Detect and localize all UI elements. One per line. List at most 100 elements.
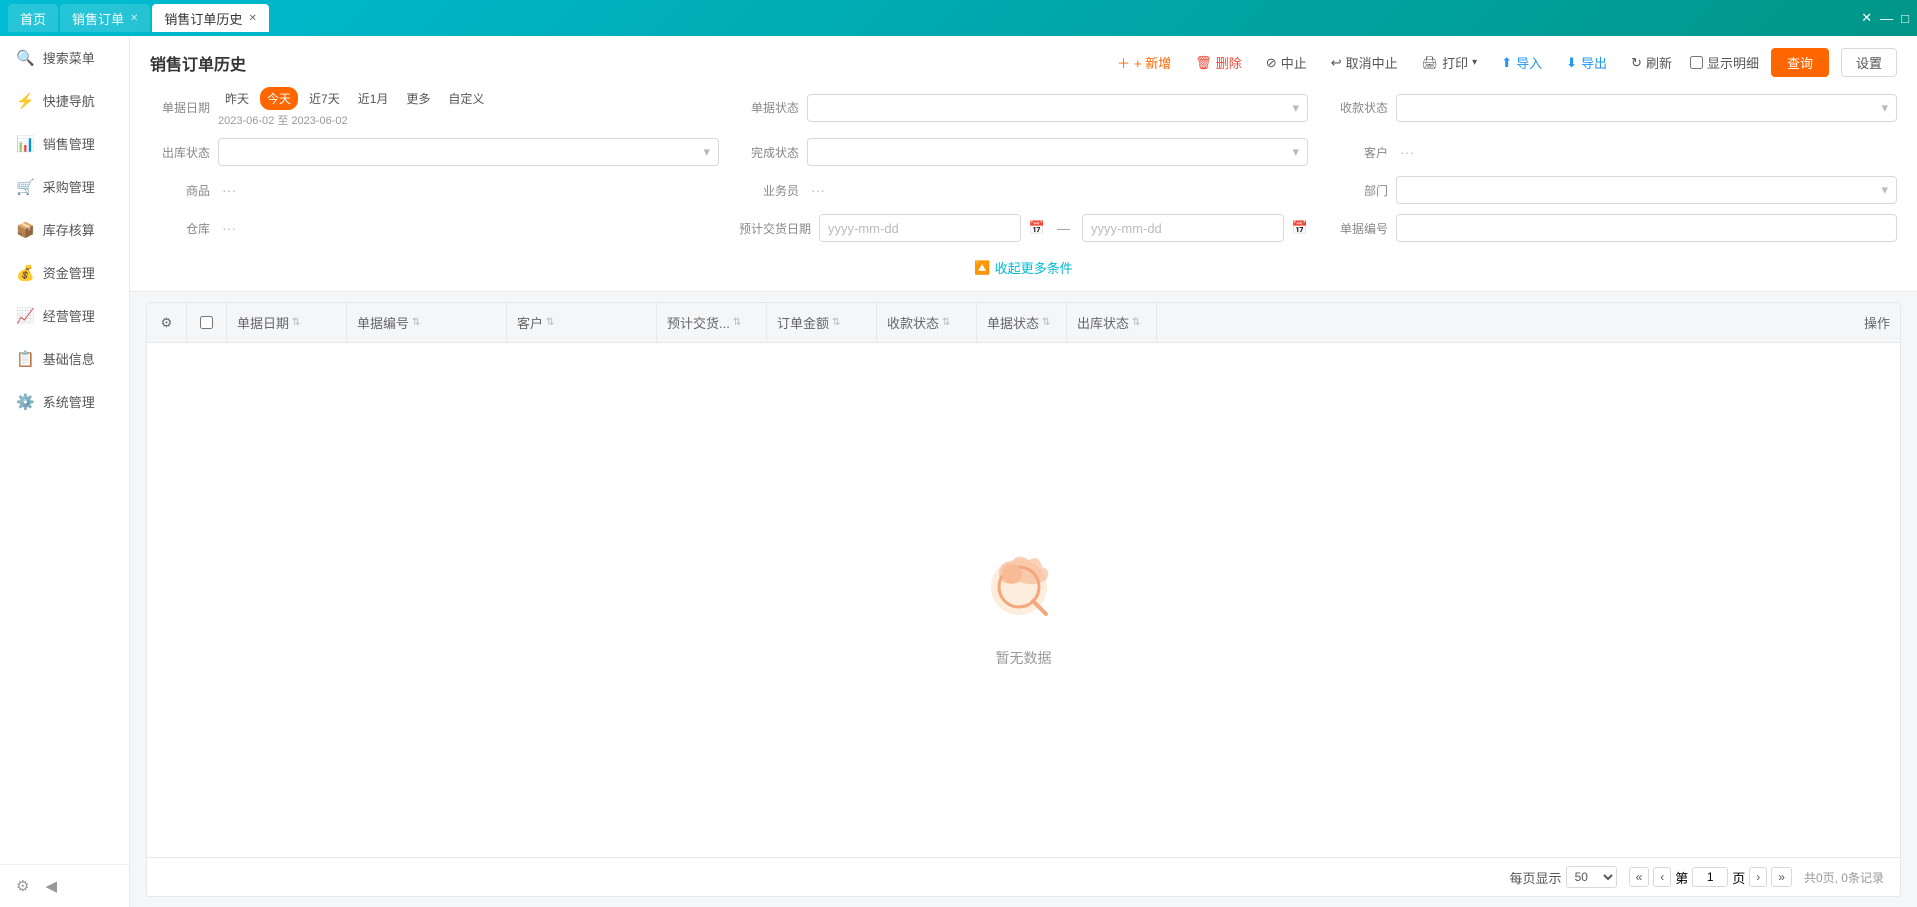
order-status-select[interactable]: ▾ [807, 94, 1308, 122]
sidebar-item-search-menu-label: 搜索菜单 [43, 48, 95, 67]
delivery-date-end-input[interactable]: yyyy-mm-dd [1082, 214, 1284, 242]
show-detail-checkbox[interactable] [1690, 56, 1703, 69]
print-button[interactable]: 🖨 打印 ▾ [1416, 49, 1484, 76]
complete-status-label: 完成状态 [739, 144, 799, 161]
tab-sales-order-history-close[interactable]: ✕ [248, 13, 256, 24]
sidebar-item-operations-mgmt[interactable]: 📈 经营管理 [0, 294, 129, 337]
th-payment-status[interactable]: 收款状态 ⇅ [877, 303, 977, 342]
th-amount[interactable]: 订单金额 ⇅ [767, 303, 877, 342]
th-delivery-sort-icon[interactable]: ⇅ [733, 317, 741, 328]
topbar-maximize-btn[interactable]: □ [1901, 11, 1909, 26]
out-status-chevron-icon: ▾ [703, 144, 710, 160]
th-payment-sort-icon[interactable]: ⇅ [942, 317, 950, 328]
th-no-label: 单据编号 [357, 313, 409, 332]
date-7days-btn[interactable]: 近7天 [302, 87, 347, 110]
date-range-text: 2023-06-02 至 2023-06-02 [218, 112, 491, 128]
first-page-btn[interactable]: « [1629, 867, 1650, 887]
warehouse-dots-btn[interactable]: ··· [218, 218, 240, 238]
th-no-sort-icon[interactable]: ⇅ [412, 317, 420, 328]
tab-home[interactable]: 首页 [8, 4, 58, 32]
th-out-status[interactable]: 出库状态 ⇅ [1067, 303, 1157, 342]
table-area: ⚙ 单据日期 ⇅ 单据编号 ⇅ 客户 ⇅ 预计交货... [146, 302, 1901, 897]
tab-sales-order[interactable]: 销售订单 ✕ [60, 4, 150, 32]
sidebar-item-system-mgmt[interactable]: ⚙️ 系统管理 [0, 380, 129, 423]
sidebar-settings-icon[interactable]: ⚙ [16, 877, 29, 895]
sidebar-collapse-icon[interactable]: ◀ [45, 877, 57, 895]
salesperson-dots-btn[interactable]: ··· [807, 180, 829, 200]
export-button[interactable]: ⬇ 导出 [1560, 49, 1613, 76]
delete-button[interactable]: 🗑 删除 [1189, 49, 1248, 76]
stop-button[interactable]: ⊘ 中止 [1260, 49, 1313, 76]
collapse-row[interactable]: 🔼 收起更多条件 [150, 252, 1897, 279]
complete-status-select[interactable]: ▾ [807, 138, 1308, 166]
th-operation: 操作 [1157, 303, 1900, 342]
th-out-status-sort-icon[interactable]: ⇅ [1132, 317, 1140, 328]
next-page-btn[interactable]: › [1749, 867, 1767, 887]
inventory-calc-icon: 📦 [16, 221, 35, 239]
filter-area: 销售订单历史 ＋ + 新增 🗑 删除 ⊘ 中止 ↩ [130, 36, 1917, 292]
settings-icon: ⚙ [161, 315, 173, 331]
tab-sales-order-history[interactable]: 销售订单历史 ✕ [152, 4, 268, 32]
export-icon: ⬇ [1566, 55, 1577, 71]
last-page-btn[interactable]: » [1771, 867, 1792, 887]
date-yesterday-btn[interactable]: 昨天 [218, 87, 256, 110]
department-select[interactable]: ▾ [1396, 176, 1897, 204]
date-more-btn[interactable]: 更多 [399, 87, 437, 110]
th-order-status[interactable]: 单据状态 ⇅ [977, 303, 1067, 342]
sidebar-item-search-menu[interactable]: 🔍 搜索菜单 [0, 36, 129, 79]
th-date-sort-icon[interactable]: ⇅ [292, 317, 300, 328]
date-label: 单据日期 [150, 99, 210, 116]
th-no[interactable]: 单据编号 ⇅ [347, 303, 507, 342]
cancel-stop-button[interactable]: ↩ 取消中止 [1325, 49, 1404, 76]
calendar-start-icon[interactable]: 📅 [1029, 220, 1045, 236]
toolbar: ＋ + 新增 🗑 删除 ⊘ 中止 ↩ 取消中止 [1111, 48, 1897, 77]
delivery-date-start-input[interactable]: yyyy-mm-dd [819, 214, 1021, 242]
import-button[interactable]: ⬆ 导入 [1495, 49, 1548, 76]
sidebar-item-inventory-calc[interactable]: 📦 库存核算 [0, 208, 129, 251]
date-today-btn[interactable]: 今天 [260, 87, 298, 110]
sidebar-item-quick-nav[interactable]: ⚡ 快捷导航 [0, 79, 129, 122]
new-label: + 新增 [1134, 53, 1171, 72]
new-button[interactable]: ＋ + 新增 [1111, 49, 1177, 76]
filter-row-1: 单据日期 昨天 今天 近7天 近1月 更多 自定义 2023-06-02 [150, 87, 1897, 128]
product-dots-btn[interactable]: ··· [218, 180, 240, 200]
th-settings[interactable]: ⚙ [147, 303, 187, 342]
order-no-input[interactable] [1396, 214, 1897, 242]
filter-order-status: 单据状态 ▾ [719, 94, 1308, 122]
show-detail-checkbox-label: 显示明细 [1690, 53, 1759, 72]
filter-customer: 客户 ··· [1308, 142, 1897, 162]
calendar-end-icon[interactable]: 📅 [1292, 220, 1308, 236]
customer-dots-btn[interactable]: ··· [1396, 142, 1418, 162]
tab-sales-order-close[interactable]: ✕ [130, 13, 138, 24]
sidebar-item-basic-info[interactable]: 📋 基础信息 [0, 337, 129, 380]
purchase-mgmt-icon: 🛒 [16, 178, 35, 196]
import-label: 导入 [1516, 53, 1542, 72]
th-customer-sort-icon[interactable]: ⇅ [546, 317, 554, 328]
th-date[interactable]: 单据日期 ⇅ [227, 303, 347, 342]
select-all-checkbox[interactable] [200, 316, 213, 329]
salesperson-label: 业务员 [739, 182, 799, 199]
sidebar-item-purchase-mgmt[interactable]: 🛒 采购管理 [0, 165, 129, 208]
prev-page-btn[interactable]: ‹ [1653, 867, 1671, 887]
sidebar-item-fund-mgmt[interactable]: 💰 资金管理 [0, 251, 129, 294]
settings-button[interactable]: 设置 [1841, 48, 1897, 77]
out-status-select[interactable]: ▾ [218, 138, 719, 166]
th-order-status-sort-icon[interactable]: ⇅ [1042, 317, 1050, 328]
th-check[interactable] [187, 303, 227, 342]
sidebar-item-sales-mgmt[interactable]: 📊 销售管理 [0, 122, 129, 165]
current-page-input[interactable] [1692, 867, 1728, 887]
th-customer[interactable]: 客户 ⇅ [507, 303, 657, 342]
per-page-select[interactable]: 50 10 20 100 [1566, 866, 1617, 888]
th-amount-sort-icon[interactable]: ⇅ [832, 317, 840, 328]
payment-status-chevron-icon: ▾ [1881, 100, 1888, 116]
sidebar-bottom: ⚙ ◀ [0, 864, 129, 907]
topbar-minimize-btn[interactable]: — [1880, 11, 1893, 26]
date-custom-btn[interactable]: 自定义 [441, 87, 491, 110]
payment-status-select[interactable]: ▾ [1396, 94, 1897, 122]
date-1month-btn[interactable]: 近1月 [351, 87, 396, 110]
th-delivery[interactable]: 预计交货... ⇅ [657, 303, 767, 342]
topbar-close-btn[interactable]: ✕ [1861, 10, 1872, 26]
table-header: ⚙ 单据日期 ⇅ 单据编号 ⇅ 客户 ⇅ 预计交货... [147, 303, 1900, 343]
refresh-button[interactable]: ↻ 刷新 [1625, 49, 1678, 76]
query-button[interactable]: 查询 [1771, 48, 1829, 77]
